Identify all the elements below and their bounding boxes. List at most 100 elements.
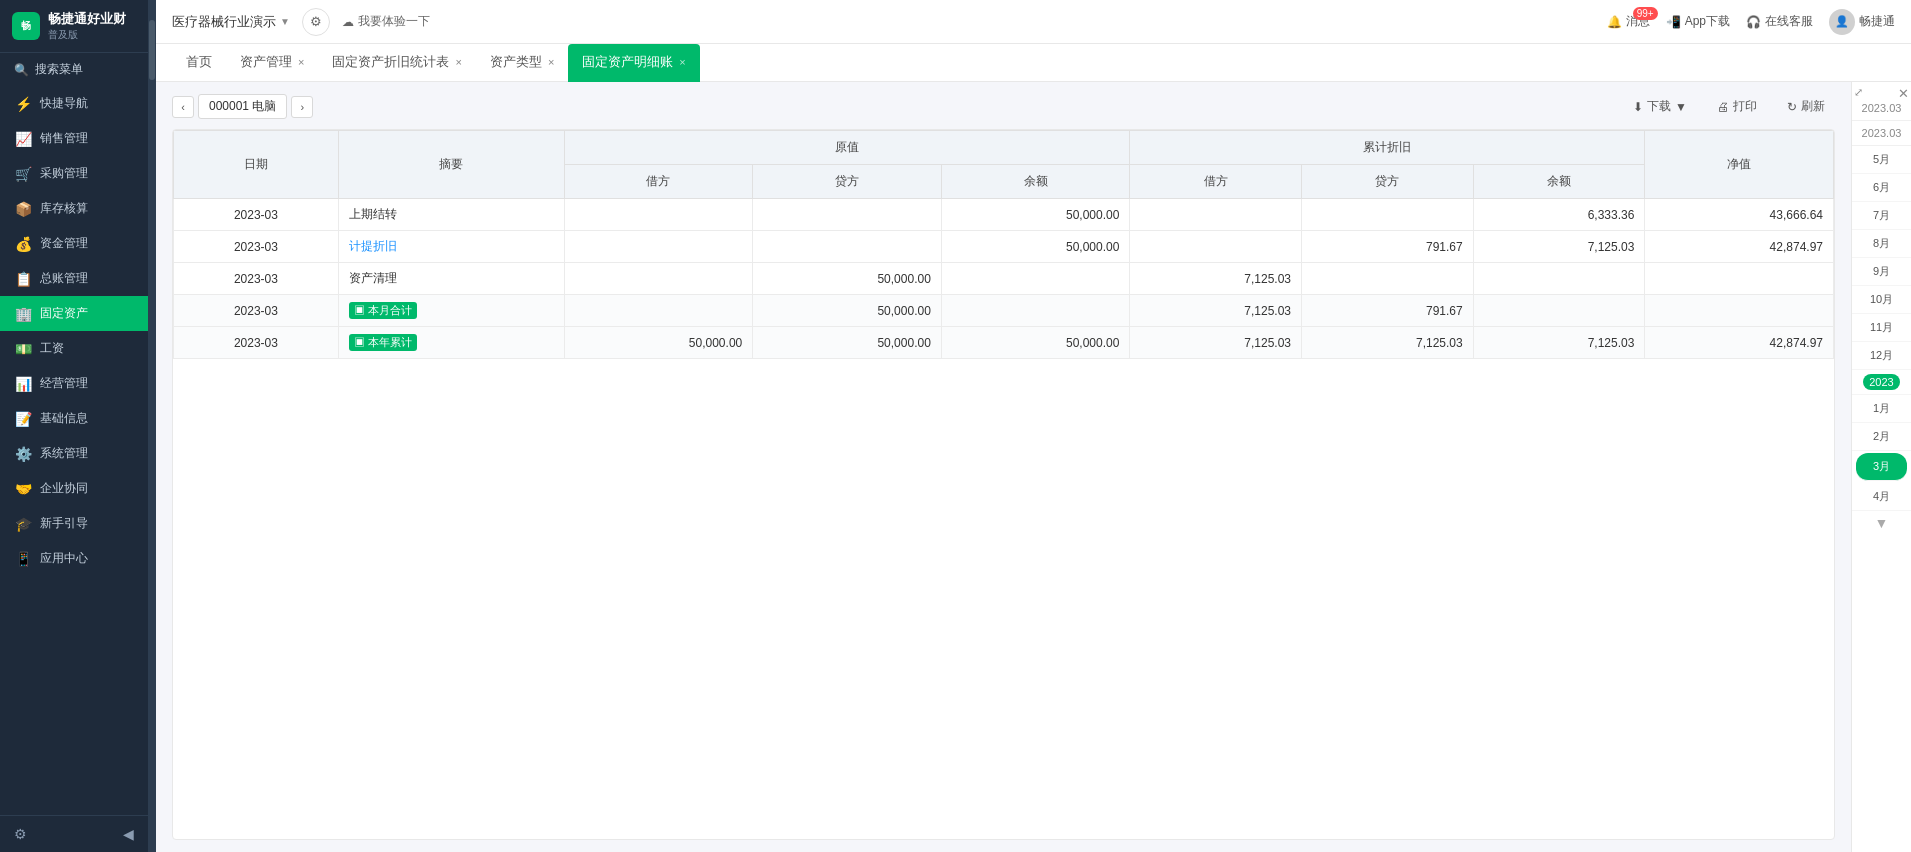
sidebar-item-enterprise[interactable]: 🤝 企业协同 [0, 471, 148, 506]
topbar-right: 🔔 消息 99+ 📲 App下载 🎧 在线客服 👤 畅捷通 [1607, 9, 1895, 35]
row-date: 2023-03 [174, 231, 339, 263]
date-item-11[interactable]: 11月 [1852, 314, 1911, 342]
expand-icon[interactable]: ⤢ [1854, 86, 1863, 99]
guide-icon: 🎓 [14, 516, 32, 532]
sidebar-item-quick-nav[interactable]: ⚡ 快捷导航 [0, 86, 148, 121]
asset-name-text: 电脑 [252, 99, 276, 113]
date-item-3-active[interactable]: 3月 [1856, 453, 1907, 481]
sidebar-scrollbar[interactable] [148, 0, 156, 852]
year-badge: 2023 [1863, 374, 1899, 390]
row-orig-balance: 50,000.00 [941, 327, 1130, 359]
date-item-1[interactable]: 1月 [1852, 395, 1911, 423]
avatar: 👤 [1829, 9, 1855, 35]
date-item-2[interactable]: 2月 [1852, 423, 1911, 451]
sidebar-item-ledger[interactable]: 📋 总账管理 [0, 261, 148, 296]
asset-code-label: 000001 电脑 [198, 94, 287, 119]
bell-icon: 🔔 [1607, 15, 1622, 29]
sidebar-item-search[interactable]: 🔍 搜索菜单 [0, 53, 148, 86]
sidebar-item-purchase[interactable]: 🛒 采购管理 [0, 156, 148, 191]
date-item-5[interactable]: 5月 [1852, 146, 1911, 174]
prev-asset-button[interactable]: ‹ [172, 96, 194, 118]
notification-badge: 99+ [1633, 7, 1658, 20]
header-date: 日期 [174, 131, 339, 199]
row-net-value [1645, 295, 1834, 327]
row-accum-balance: 7,125.03 [1473, 327, 1645, 359]
row-summary: 资产清理 [338, 263, 564, 295]
sidebar-item-label: 固定资产 [40, 305, 88, 322]
date-item-8[interactable]: 8月 [1852, 230, 1911, 258]
download-arrow-icon: ▼ [1675, 100, 1687, 114]
row-orig-balance: 50,000.00 [941, 231, 1130, 263]
fixed-assets-icon: 🏢 [14, 306, 32, 322]
tab-asset-mgmt-close[interactable]: × [298, 56, 304, 68]
date-item-7[interactable]: 7月 [1852, 202, 1911, 230]
tab-depreciation-close[interactable]: × [455, 56, 461, 68]
refresh-button[interactable]: ↻ 刷新 [1777, 94, 1835, 119]
tab-asset-mgmt[interactable]: 资产管理 × [226, 44, 318, 82]
yearly-badge: ▣ 本年累计 [349, 334, 417, 351]
header-accum-balance: 余额 [1473, 165, 1645, 199]
row-net-value [1645, 263, 1834, 295]
row-summary[interactable]: 计提折旧 [338, 231, 564, 263]
table-row-monthly-total: 2023-03 ▣ 本月合计 50,000.00 7,125.03 791.67 [174, 295, 1834, 327]
sidebar-bottom: ⚙ ◀ [0, 815, 148, 852]
content-area: ‹ 000001 电脑 › ⬇ 下载 ▼ 🖨 [156, 82, 1911, 852]
sidebar-item-label: 经营管理 [40, 375, 88, 392]
download-label: App下载 [1685, 13, 1730, 30]
sidebar-item-sales[interactable]: 📈 销售管理 [0, 121, 148, 156]
sidebar-item-basic-info[interactable]: 📝 基础信息 [0, 401, 148, 436]
tab-asset-type[interactable]: 资产类型 × [476, 44, 568, 82]
sidebar-item-app-center[interactable]: 📱 应用中心 [0, 541, 148, 576]
customer-service-button[interactable]: 🎧 在线客服 [1746, 13, 1813, 30]
company-selector[interactable]: 医疗器械行业演示 ▼ [172, 13, 290, 31]
date-item-12[interactable]: 12月 [1852, 342, 1911, 370]
print-button[interactable]: 🖨 打印 [1707, 94, 1767, 119]
tab-asset-detail-close[interactable]: × [679, 56, 685, 68]
tab-asset-detail[interactable]: 固定资产明细账 × [568, 44, 699, 82]
date-panel: ⤢ ✕ 2023.03 2023.03 5月 6月 7月 8月 9月 10月 1… [1851, 82, 1911, 852]
date-item-4[interactable]: 4月 [1852, 483, 1911, 511]
logo-name: 畅捷通好业财 [48, 10, 126, 28]
download-button[interactable]: ⬇ 下载 ▼ [1623, 94, 1697, 119]
row-accum-credit [1302, 199, 1474, 231]
user-menu[interactable]: 👤 畅捷通 [1829, 9, 1895, 35]
sidebar-item-operations[interactable]: 📊 经营管理 [0, 366, 148, 401]
ledger-icon: 📋 [14, 271, 32, 287]
sidebar-item-capital[interactable]: 💰 资金管理 [0, 226, 148, 261]
row-orig-balance [941, 263, 1130, 295]
tabbar: 首页 资产管理 × 固定资产折旧统计表 × 资产类型 × 固定资产明细账 × [156, 44, 1911, 82]
date-item-9[interactable]: 9月 [1852, 258, 1911, 286]
sidebar-item-guide[interactable]: 🎓 新手引导 [0, 506, 148, 541]
sidebar-item-system[interactable]: ⚙️ 系统管理 [0, 436, 148, 471]
notifications-button[interactable]: 🔔 消息 99+ [1607, 13, 1650, 30]
app-download-button[interactable]: 📲 App下载 [1666, 13, 1730, 30]
sidebar-item-salary[interactable]: 💵 工资 [0, 331, 148, 366]
date-item-10[interactable]: 10月 [1852, 286, 1911, 314]
enterprise-icon: 🤝 [14, 481, 32, 497]
tab-asset-type-close[interactable]: × [548, 56, 554, 68]
settings-icon[interactable]: ⚙ [14, 826, 27, 842]
sidebar: 畅 畅捷通好业财 普及版 🔍 搜索菜单 ⚡ 快捷导航 📈 销售管理 🛒 采购管理… [0, 0, 148, 852]
year-2023-badge-row: 2023 [1852, 370, 1911, 395]
basic-info-icon: 📝 [14, 411, 32, 427]
sidebar-item-fixed-assets[interactable]: 🏢 固定资产 [0, 296, 148, 331]
row-accum-credit: 7,125.03 [1302, 327, 1474, 359]
experience-button[interactable]: ☁ 我要体验一下 [342, 13, 430, 30]
download-label: 下载 [1647, 98, 1671, 115]
collapse-icon[interactable]: ◀ [123, 826, 134, 842]
topbar-settings-button[interactable]: ⚙ [302, 8, 330, 36]
tab-depreciation-stats[interactable]: 固定资产折旧统计表 × [318, 44, 475, 82]
search-icon: 🔍 [14, 63, 29, 77]
sidebar-item-inventory[interactable]: 📦 库存核算 [0, 191, 148, 226]
date-nav-down[interactable]: ▼ [1852, 511, 1911, 535]
sales-icon: 📈 [14, 131, 32, 147]
date-item-6[interactable]: 6月 [1852, 174, 1911, 202]
close-icon[interactable]: ✕ [1898, 86, 1909, 101]
row-summary: ▣ 本月合计 [338, 295, 564, 327]
next-asset-button[interactable]: › [291, 96, 313, 118]
row-accum-debit: 7,125.03 [1130, 295, 1302, 327]
sidebar-item-label: 总账管理 [40, 270, 88, 287]
row-orig-debit [564, 231, 753, 263]
row-date: 2023-03 [174, 199, 339, 231]
tab-home[interactable]: 首页 [172, 44, 226, 82]
